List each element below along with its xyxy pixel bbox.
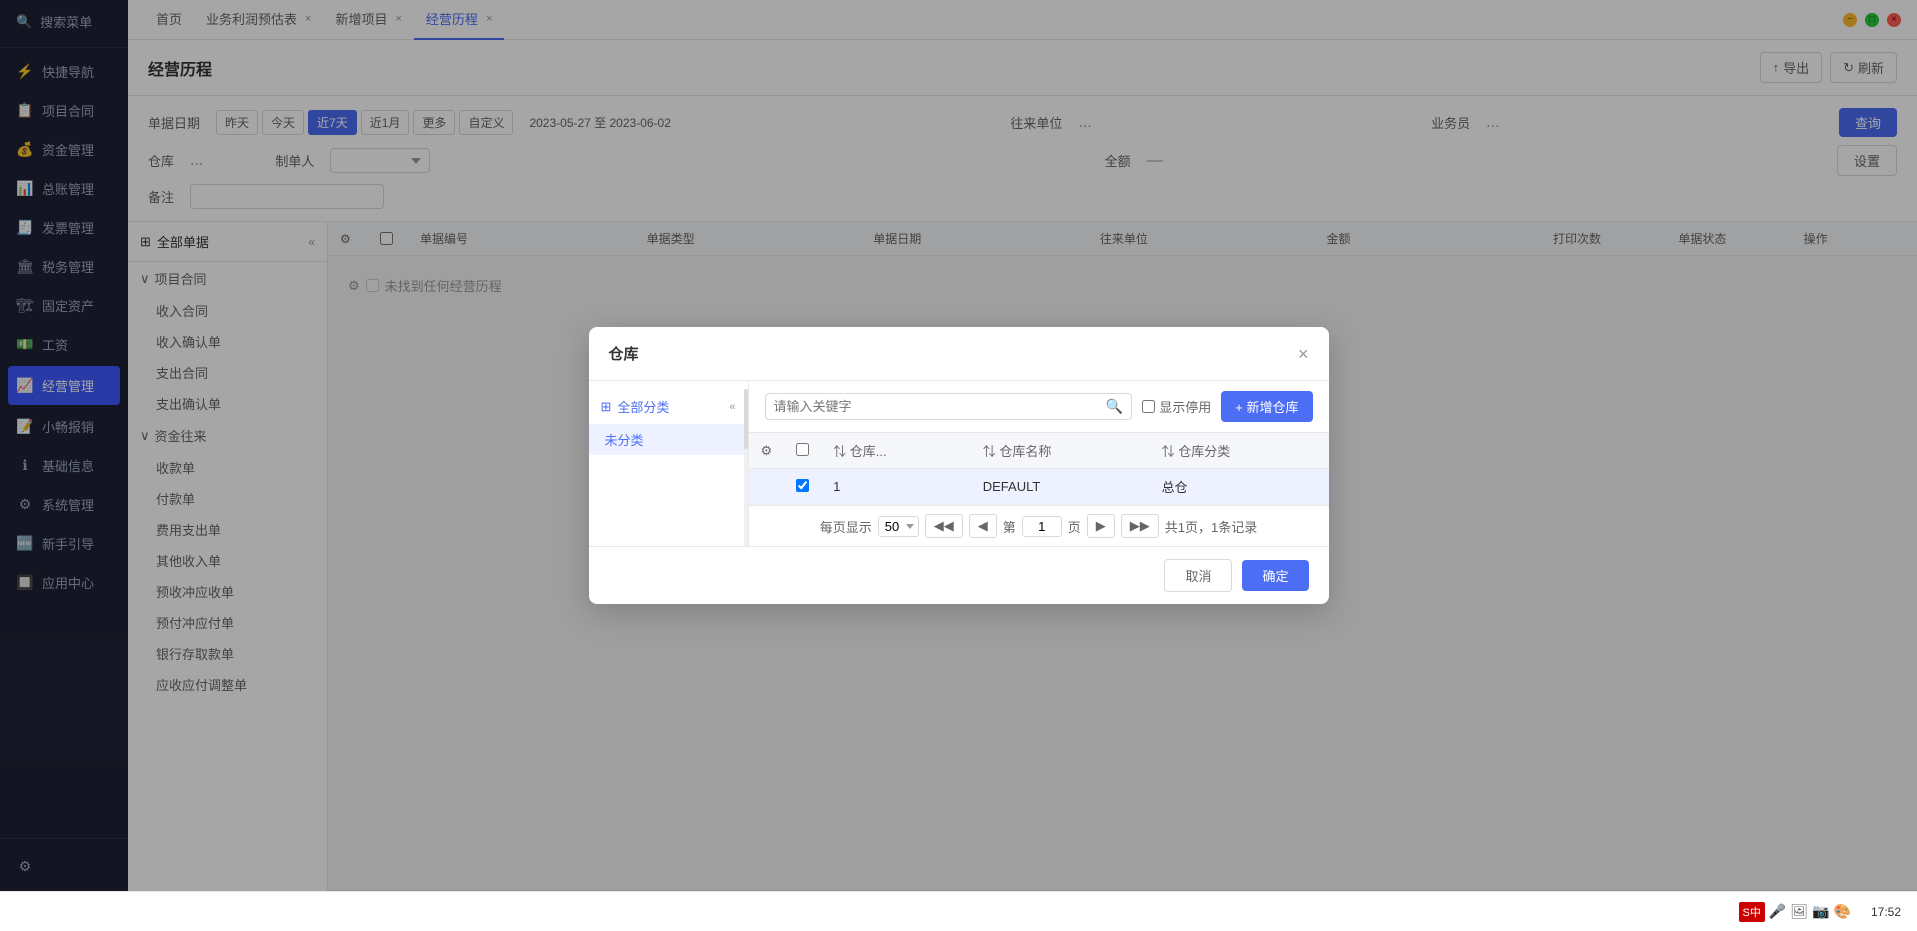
row-settings-cell [749,469,785,505]
row-id-cell: 1 [821,469,971,505]
modal-table: ⚙ ⇅ 仓库... ⇅ [749,433,1329,505]
taskbar-icons: S中 🎤 🖼 📷 🎨 [1739,902,1851,922]
modal-main-content: 🔍 显示停用 + 新增仓库 ⚙ [749,381,1329,546]
modal-sidebar-collapse-icon[interactable]: « [729,401,735,413]
show-disabled-text: 显示停用 [1159,397,1211,416]
modal-th-warehouse-category-label: 仓库分类 [1178,444,1230,459]
modal-table-body: 1 DEFAULT 总仓 [749,469,1329,505]
warehouse-modal: 仓库 × ⊞ 全部分类 « 未分类 [589,327,1329,604]
modal-th-check [784,433,821,469]
show-disabled-checkbox[interactable] [1142,400,1155,413]
confirm-button[interactable]: 确定 [1242,560,1308,591]
taskbar-icon-brush: 🎨 [1834,903,1851,920]
modal-search-icon: 🔍 [1106,398,1123,415]
modal-total-records: 共1页，1条记录 [1165,517,1257,536]
taskbar-time: 17:52 [1871,905,1901,919]
row-check-cell [784,469,821,505]
modal-table-header-row: ⚙ ⇅ 仓库... ⇅ [749,433,1329,469]
modal-select-all[interactable] [796,443,809,456]
modal-th-warehouse-name: ⇅ 仓库名称 [971,433,1150,469]
sort-icon-name: ⇅ [983,444,996,459]
modal-toolbar: 🔍 显示停用 + 新增仓库 [749,381,1329,433]
modal-table-wrap: ⚙ ⇅ 仓库... ⇅ [749,433,1329,505]
modal-pagination: 每页显示 50 ◀◀ ◀ 第 页 ▶ ▶▶ 共1页，1条记录 [749,505,1329,546]
modal-th-settings: ⚙ [749,433,785,469]
sort-icon-id: ⇅ [833,444,846,459]
taskbar: S中 🎤 🖼 📷 🎨 17:52 [0,891,1917,931]
cancel-button[interactable]: 取消 [1164,559,1232,592]
modal-title: 仓库 [609,343,639,364]
modal-footer: 取消 确定 [589,546,1329,604]
modal-body: ⊞ 全部分类 « 未分类 🔍 [589,381,1329,546]
taskbar-icon-camera: 📷 [1812,903,1829,920]
row-checkbox[interactable] [796,479,809,492]
modal-page-input[interactable] [1022,516,1062,537]
scroll-thumb [744,389,748,449]
modal-page-suffix: 页 [1068,517,1081,536]
row-code-cell: DEFAULT [971,469,1150,505]
show-disabled-label[interactable]: 显示停用 [1142,397,1211,416]
row-name-cell: 总仓 [1150,469,1329,505]
scroll-track [744,389,748,546]
modal-overlay: 仓库 × ⊞ 全部分类 « 未分类 [0,0,1917,931]
taskbar-icon-mic: 🎤 [1769,903,1786,920]
taskbar-icon-s: S中 [1739,902,1765,922]
modal-th-warehouse-name-label: 仓库名称 [999,444,1051,459]
modal-search-box: 🔍 [765,393,1133,420]
modal-first-page-btn[interactable]: ◀◀ [925,514,963,538]
modal-sidebar-scrollbar [744,381,748,546]
modal-search-input[interactable] [774,399,1100,414]
modal-close-icon[interactable]: × [1298,345,1309,363]
modal-header: 仓库 × [589,327,1329,381]
modal-page-label: 第 [1003,517,1016,536]
modal-th-warehouse-category: ⇅ 仓库分类 [1150,433,1329,469]
modal-sidebar-header[interactable]: ⊞ 全部分类 « [589,389,748,424]
table-row[interactable]: 1 DEFAULT 总仓 [749,469,1329,505]
modal-sidebar-all-label: 全部分类 [617,397,669,416]
modal-sidebar-item-uncategorized[interactable]: 未分类 [589,424,748,455]
grid-icon-modal: ⊞ [601,399,612,415]
col-settings-icon: ⚙ [761,443,773,458]
modal-th-warehouse-id-label: 仓库... [850,444,887,459]
modal-next-page-btn[interactable]: ▶ [1087,514,1115,538]
modal-prev-page-btn[interactable]: ◀ [969,514,997,538]
modal-per-page-label: 每页显示 [820,517,872,536]
modal-per-page-select[interactable]: 50 [878,516,919,537]
add-warehouse-button[interactable]: + 新增仓库 [1221,391,1312,422]
modal-last-page-btn[interactable]: ▶▶ [1121,514,1159,538]
modal-th-warehouse-id: ⇅ 仓库... [821,433,971,469]
taskbar-icon-paint: 🖼 [1790,903,1808,920]
modal-sidebar: ⊞ 全部分类 « 未分类 [589,381,749,546]
modal-table-head: ⚙ ⇅ 仓库... ⇅ [749,433,1329,469]
sort-icon-cat: ⇅ [1162,444,1175,459]
